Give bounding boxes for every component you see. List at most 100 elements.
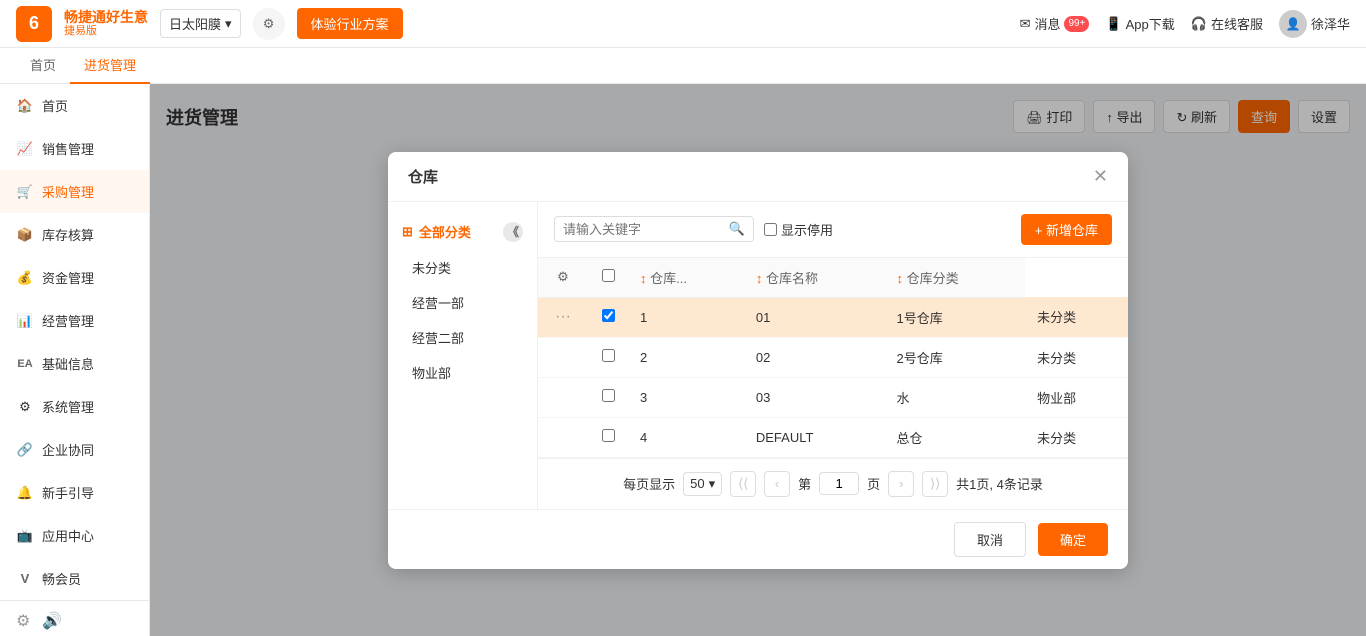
row-gear-cell[interactable] (538, 417, 588, 457)
sidebar-item-apps[interactable]: 📺 应用中心 (0, 514, 149, 557)
table-row[interactable]: 303水物业部 (538, 377, 1128, 417)
operations-icon: 📊 (16, 312, 34, 330)
warehouse-table-wrap: ⚙ ↕ 仓库... (538, 258, 1128, 458)
user-menu[interactable]: 👤 徐泽华 (1279, 10, 1350, 38)
table-row[interactable]: ···1011号仓库未分类 (538, 297, 1128, 337)
row-checkbox[interactable] (602, 429, 615, 442)
store-selector[interactable]: 日太阳膜 ▾ (160, 9, 241, 38)
col-settings: ⚙ (538, 258, 588, 298)
gear-col-icon: ⚙ (557, 269, 569, 284)
sidebar-item-purchase[interactable]: 🛒 采购管理 (0, 170, 149, 213)
row-checkbox[interactable] (602, 349, 615, 362)
show-disabled-checkbox-label[interactable]: 显示停用 (764, 220, 833, 239)
row-checkbox-cell (588, 377, 628, 417)
tab-purchase[interactable]: 进货管理 (70, 48, 150, 84)
show-disabled-checkbox[interactable] (764, 223, 777, 236)
grid-icon: ⊞ (402, 224, 413, 240)
row-category: 未分类 (1025, 417, 1128, 457)
page-input[interactable] (819, 472, 859, 495)
table-row[interactable]: 4DEFAULT总仓未分类 (538, 417, 1128, 457)
prev-page-btn[interactable]: ‹ (764, 471, 790, 497)
dialog-title: 仓库 (408, 166, 438, 187)
col-name-header: ↕ 仓库名称 (744, 258, 885, 298)
col-code-header: ↕ 仓库... (628, 258, 744, 298)
row-name: 水 (884, 377, 1025, 417)
row-category: 未分类 (1025, 297, 1128, 337)
page-label: 第 (798, 474, 811, 493)
next-page-btn[interactable]: › (888, 471, 914, 497)
brand: 畅捷通好生意 捷易版 (64, 9, 148, 39)
brand-sub: 捷易版 (64, 25, 148, 38)
row-gear-cell[interactable] (538, 377, 588, 417)
headset-icon: 🎧 (1191, 16, 1207, 32)
row-more-icon[interactable]: ··· (555, 308, 571, 325)
col-checkbox-header (588, 258, 628, 298)
row-name: 2号仓库 (884, 337, 1025, 377)
confirm-button[interactable]: 确定 (1038, 523, 1108, 556)
close-icon[interactable]: ✕ (1093, 166, 1108, 187)
app-download-btn[interactable]: 📱 App下载 (1105, 14, 1174, 33)
basic-info-icon: EA (16, 355, 34, 373)
cancel-button[interactable]: 取消 (954, 522, 1026, 557)
search-input[interactable] (563, 222, 723, 237)
mobile-icon: 📱 (1105, 16, 1121, 32)
category-ops-dept1[interactable]: 经营一部 (388, 285, 537, 320)
messages-btn[interactable]: ✉ 消息 99+ (1020, 14, 1090, 33)
last-page-btn[interactable]: ⟩⟩ (922, 471, 948, 497)
dialog-content-area: 🔍 显示停用 + 新增仓库 (538, 202, 1128, 509)
sidebar-item-member[interactable]: V 畅会员 (0, 557, 149, 600)
per-page-label: 每页显示 (623, 474, 675, 493)
layout: 🏠 首页 📈 销售管理 🛒 采购管理 📦 库存核算 💰 资金管理 📊 经营管理 … (0, 84, 1366, 636)
main-content: 进货管理 🖨 打印 ↑ 导出 ↻ 刷新 查询 设置 仓库 ✕ (150, 84, 1366, 636)
message-icon: ✉ (1020, 16, 1031, 32)
row-checkbox[interactable] (602, 389, 615, 402)
collapse-btn[interactable]: 《 (503, 222, 523, 242)
sidebar-item-basic-info[interactable]: EA 基础信息 (0, 342, 149, 385)
select-all-checkbox[interactable] (602, 269, 615, 282)
brand-name: 畅捷通好生意 (64, 9, 148, 26)
category-uncategorized[interactable]: 未分类 (388, 250, 537, 285)
row-gear-cell[interactable] (538, 337, 588, 377)
table-header-row: ⚙ ↕ 仓库... (538, 258, 1128, 298)
tab-home[interactable]: 首页 (16, 48, 70, 84)
row-checkbox-cell (588, 337, 628, 377)
sidebar-bottom: ⚙ 🔊 (0, 600, 149, 636)
sidebar: 🏠 首页 📈 销售管理 🛒 采购管理 📦 库存核算 💰 资金管理 📊 经营管理 … (0, 84, 150, 636)
volume-icon[interactable]: 🔊 (42, 611, 62, 631)
chevron-down-icon: ▾ (709, 476, 716, 492)
category-property[interactable]: 物业部 (388, 355, 537, 390)
customer-service-btn[interactable]: 🎧 在线客服 (1191, 14, 1263, 33)
chevron-down-icon: ▾ (225, 16, 232, 32)
sidebar-item-finance[interactable]: 💰 资金管理 (0, 256, 149, 299)
category-ops-dept2[interactable]: 经营二部 (388, 320, 537, 355)
sidebar-item-operations[interactable]: 📊 经营管理 (0, 299, 149, 342)
row-category: 物业部 (1025, 377, 1128, 417)
purchase-icon: 🛒 (16, 183, 34, 201)
dialog-body: ⊞ 全部分类 《 未分类 经营一部 经营二部 物业部 (388, 202, 1128, 509)
sidebar-item-guide[interactable]: 🔔 新手引导 (0, 471, 149, 514)
table-row[interactable]: 2022号仓库未分类 (538, 337, 1128, 377)
settings-icon[interactable]: ⚙ (253, 8, 285, 40)
add-warehouse-btn[interactable]: + 新增仓库 (1021, 214, 1112, 245)
settings-bottom-icon[interactable]: ⚙ (16, 611, 30, 631)
dialog-header: 仓库 ✕ (388, 152, 1128, 202)
enterprise-icon: 🔗 (16, 441, 34, 459)
trial-button[interactable]: 体验行业方案 (297, 8, 403, 39)
sidebar-item-inventory[interactable]: 📦 库存核算 (0, 213, 149, 256)
row-index: 1 (628, 297, 744, 337)
sidebar-item-sales[interactable]: 📈 销售管理 (0, 127, 149, 170)
dialog-toolbar: 🔍 显示停用 + 新增仓库 (538, 202, 1128, 258)
system-icon: ⚙ (16, 398, 34, 416)
row-gear-cell[interactable]: ··· (538, 297, 588, 337)
first-page-btn[interactable]: ⟨⟨ (730, 471, 756, 497)
per-page-select[interactable]: 50 ▾ (683, 472, 722, 496)
pagination: 每页显示 50 ▾ ⟨⟨ ‹ 第 页 › ⟩⟩ 共 (538, 458, 1128, 509)
all-category-item[interactable]: ⊞ 全部分类 《 (388, 214, 537, 250)
row-checkbox[interactable] (602, 309, 615, 322)
row-index: 2 (628, 337, 744, 377)
sidebar-item-system[interactable]: ⚙ 系统管理 (0, 385, 149, 428)
sidebar-item-home[interactable]: 🏠 首页 (0, 84, 149, 127)
sidebar-item-enterprise[interactable]: 🔗 企业协同 (0, 428, 149, 471)
modal-backdrop: 仓库 ✕ ⊞ 全部分类 《 未分类 经营一部 经营二部 (150, 84, 1366, 636)
search-icon[interactable]: 🔍 (729, 221, 745, 237)
